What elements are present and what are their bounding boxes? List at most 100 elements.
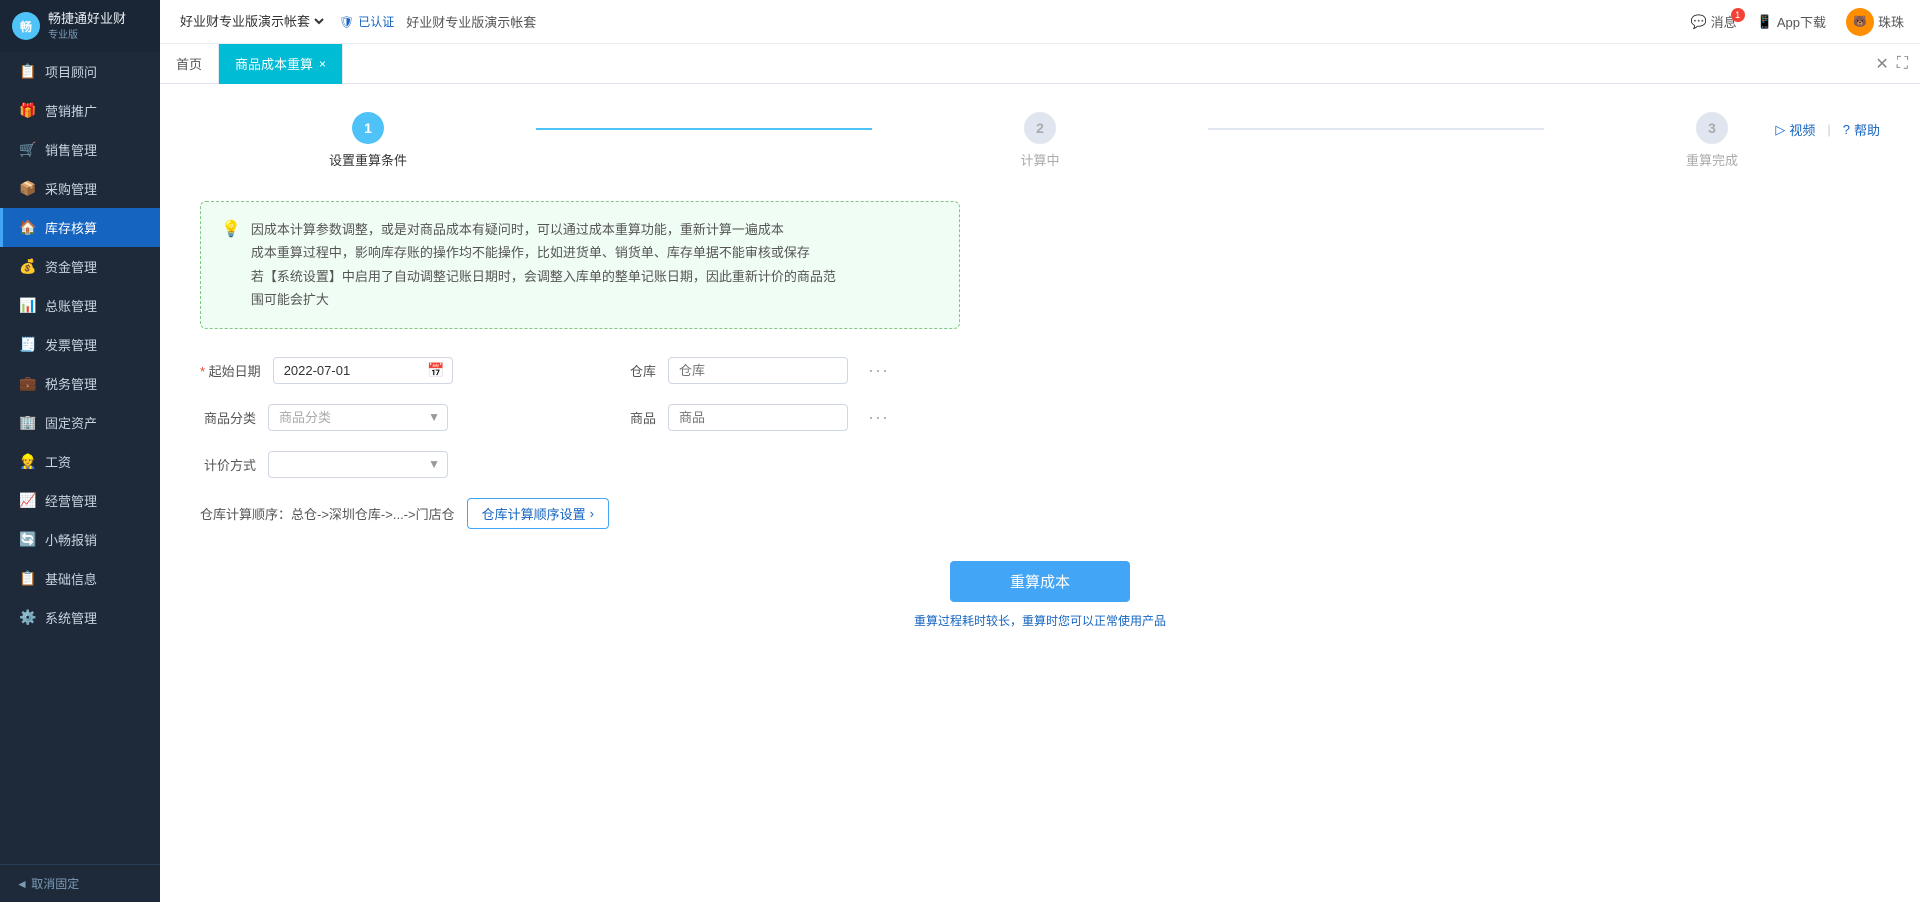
sidebar-item-label: 发票管理 — [45, 335, 97, 354]
user-menu[interactable]: 🐻 珠珠 — [1846, 8, 1904, 36]
sidebar-item-label: 经营管理 — [45, 491, 97, 510]
sidebar-item-label: 项目顾问 — [45, 62, 97, 81]
message-icon: 💬 — [1690, 14, 1706, 30]
pricing-label: 计价方式 — [200, 455, 256, 474]
help-icon: ? — [1843, 122, 1850, 137]
stepper-actions: ▷ 视频 | ? 帮助 — [1775, 120, 1880, 139]
verified-text: 已认证 — [358, 13, 394, 30]
step-2-num: 2 — [1036, 120, 1044, 136]
tab-home[interactable]: 首页 — [160, 44, 219, 84]
step-2: 2 计算中 — [872, 112, 1208, 169]
pricing-select[interactable] — [268, 451, 448, 478]
app-name: 畅捷通好业财 — [48, 11, 126, 27]
sidebar-item-payroll[interactable]: 👷 工资 — [0, 442, 160, 481]
product-input[interactable] — [668, 404, 848, 431]
marketing-icon: 🎁 — [19, 102, 37, 120]
category-select[interactable]: 商品分类 — [268, 404, 448, 431]
info-text: 因成本计算参数调整，或是对商品成本有疑问时，可以通过成本重算功能，重新计算一遍成… — [251, 218, 836, 312]
sidebar-item-label: 资金管理 — [45, 257, 97, 276]
help-btn[interactable]: ? 帮助 — [1843, 120, 1880, 139]
tabbar: 首页 商品成本重算 × ✕ ⛶ — [160, 44, 1920, 84]
account-select[interactable]: 好业财专业版演示帐套 — [176, 13, 327, 30]
product-dots-btn[interactable]: ··· — [868, 407, 889, 428]
submit-btn[interactable]: 重算成本 — [950, 561, 1130, 602]
form-row-1: 起始日期 📅 仓库 ··· — [200, 357, 1880, 384]
sidebar-item-assets[interactable]: 🏢 固定资产 — [0, 403, 160, 442]
step-3-num: 3 — [1708, 120, 1716, 136]
sidebar-item-marketing[interactable]: 🎁 营销推广 — [0, 91, 160, 130]
category-field: 商品分类 商品分类 ▼ — [200, 404, 540, 431]
verified-badge: 🛡 已认证 — [339, 13, 394, 30]
expand-icon[interactable]: ⛶ — [1897, 55, 1908, 73]
app-name-block: 畅捷通好业财 专业版 — [48, 11, 126, 42]
step-line-1 — [536, 128, 872, 130]
user-name: 珠珠 — [1878, 12, 1904, 31]
sidebar-item-label: 库存核算 — [45, 218, 97, 237]
close-window-icon[interactable]: ✕ — [1875, 54, 1888, 74]
sidebar-pin-toggle[interactable]: ◄ 取消固定 — [0, 864, 160, 902]
topbar-right: 💬 消息 1 📱 App下载 🐻 珠珠 — [1690, 8, 1904, 36]
tab-cost-recalc[interactable]: 商品成本重算 × — [219, 44, 343, 84]
submit-btn-label: 重算成本 — [1010, 574, 1070, 591]
sidebar-item-purchase[interactable]: 📦 采购管理 — [0, 169, 160, 208]
message-badge: 1 — [1731, 8, 1745, 22]
start-date-field: 起始日期 📅 — [200, 357, 540, 384]
sidebar-item-tax[interactable]: 💼 税务管理 — [0, 364, 160, 403]
sidebar-item-basic[interactable]: 📋 基础信息 — [0, 559, 160, 598]
step-2-label: 计算中 — [1020, 150, 1059, 169]
submit-hint: 重算过程耗时较长，重算时您可以正常使用产品 — [914, 612, 1166, 629]
sidebar: 畅 畅捷通好业财 专业版 📋 项目顾问 🎁 营销推广 🛒 销售管理 📦 采购管理… — [0, 0, 160, 902]
form-row-2: 商品分类 商品分类 ▼ 商品 ··· — [200, 404, 1880, 431]
info-line3: 若【系统设置】中启用了自动调整记账日期时，会调整入库单的整单记账日期，因此重新计… — [251, 265, 836, 288]
tab-close-icon[interactable]: × — [319, 57, 326, 71]
app-logo: 畅 — [12, 12, 40, 40]
info-icon: 💡 — [221, 219, 241, 312]
submit-area: 重算成本 重算过程耗时较长，重算时您可以正常使用产品 — [200, 561, 1880, 629]
sidebar-item-system[interactable]: ⚙️ 系统管理 — [0, 598, 160, 637]
app-download-btn[interactable]: 📱 App下载 — [1757, 12, 1826, 31]
sidebar-item-sales[interactable]: 🛒 销售管理 — [0, 130, 160, 169]
message-btn[interactable]: 💬 消息 1 — [1690, 12, 1736, 31]
sidebar-item-label: 营销推广 — [45, 101, 97, 120]
basic-icon: 📋 — [19, 570, 37, 588]
sidebar-item-operations[interactable]: 📈 经营管理 — [0, 481, 160, 520]
sidebar-item-expense[interactable]: 🔄 小畅报销 — [0, 520, 160, 559]
sidebar-item-invoice[interactable]: 🧾 发票管理 — [0, 325, 160, 364]
app-download-label: App下载 — [1777, 12, 1826, 31]
sidebar-item-label: 税务管理 — [45, 374, 97, 393]
stepper: 1 设置重算条件 2 计算中 3 重算完成 ▷ 视频 — [200, 112, 1880, 169]
sidebar-item-label: 固定资产 — [45, 413, 97, 432]
sidebar-item-project[interactable]: 📋 项目顾问 — [0, 52, 160, 91]
sidebar-item-ledger[interactable]: 📊 总账管理 — [0, 286, 160, 325]
purchase-icon: 📦 — [19, 180, 37, 198]
step-line-2 — [1208, 128, 1544, 130]
assets-icon: 🏢 — [19, 414, 37, 432]
tab-home-label: 首页 — [176, 54, 202, 73]
warehouse-label: 仓库 — [600, 361, 656, 380]
calendar-icon[interactable]: 📅 — [427, 362, 444, 379]
shield-icon: 🛡 — [339, 15, 354, 29]
warehouse-order-btn[interactable]: 仓库计算顺序设置 › — [467, 498, 609, 529]
sidebar-item-label: 采购管理 — [45, 179, 97, 198]
warehouse-dots-btn[interactable]: ··· — [868, 360, 889, 381]
product-field: 商品 ··· — [600, 404, 940, 431]
sidebar-item-inventory[interactable]: 🏠 库存核算 — [0, 208, 160, 247]
main-area: 好业财专业版演示帐套 🛡 已认证 好业财专业版演示帐套 💬 消息 1 📱 App… — [160, 0, 1920, 902]
sidebar-item-label: 销售管理 — [45, 140, 97, 159]
sidebar-item-finance[interactable]: 💰 资金管理 — [0, 247, 160, 286]
sidebar-item-label: 工资 — [45, 452, 71, 471]
info-line2: 成本重算过程中，影响库存账的操作均不能操作，比如进货单、销货单、库存单据不能审核… — [251, 241, 836, 264]
step-1-circle: 1 — [352, 112, 384, 144]
warehouse-input[interactable] — [668, 357, 848, 384]
chevron-right-icon: › — [590, 506, 594, 521]
video-btn[interactable]: ▷ 视频 — [1775, 120, 1815, 139]
tabbar-controls: ✕ ⛶ — [1875, 54, 1920, 74]
project-icon: 📋 — [19, 63, 37, 81]
account-selector[interactable]: 好业财专业版演示帐套 — [176, 13, 327, 30]
unpin-label: ◄ 取消固定 — [16, 875, 79, 892]
sidebar-header: 畅 畅捷通好业财 专业版 — [0, 0, 160, 52]
avatar: 🐻 — [1846, 8, 1874, 36]
start-date-input[interactable] — [273, 357, 453, 384]
pricing-select-wrapper: ▼ — [268, 451, 448, 478]
form-row-3: 计价方式 ▼ — [200, 451, 1880, 478]
